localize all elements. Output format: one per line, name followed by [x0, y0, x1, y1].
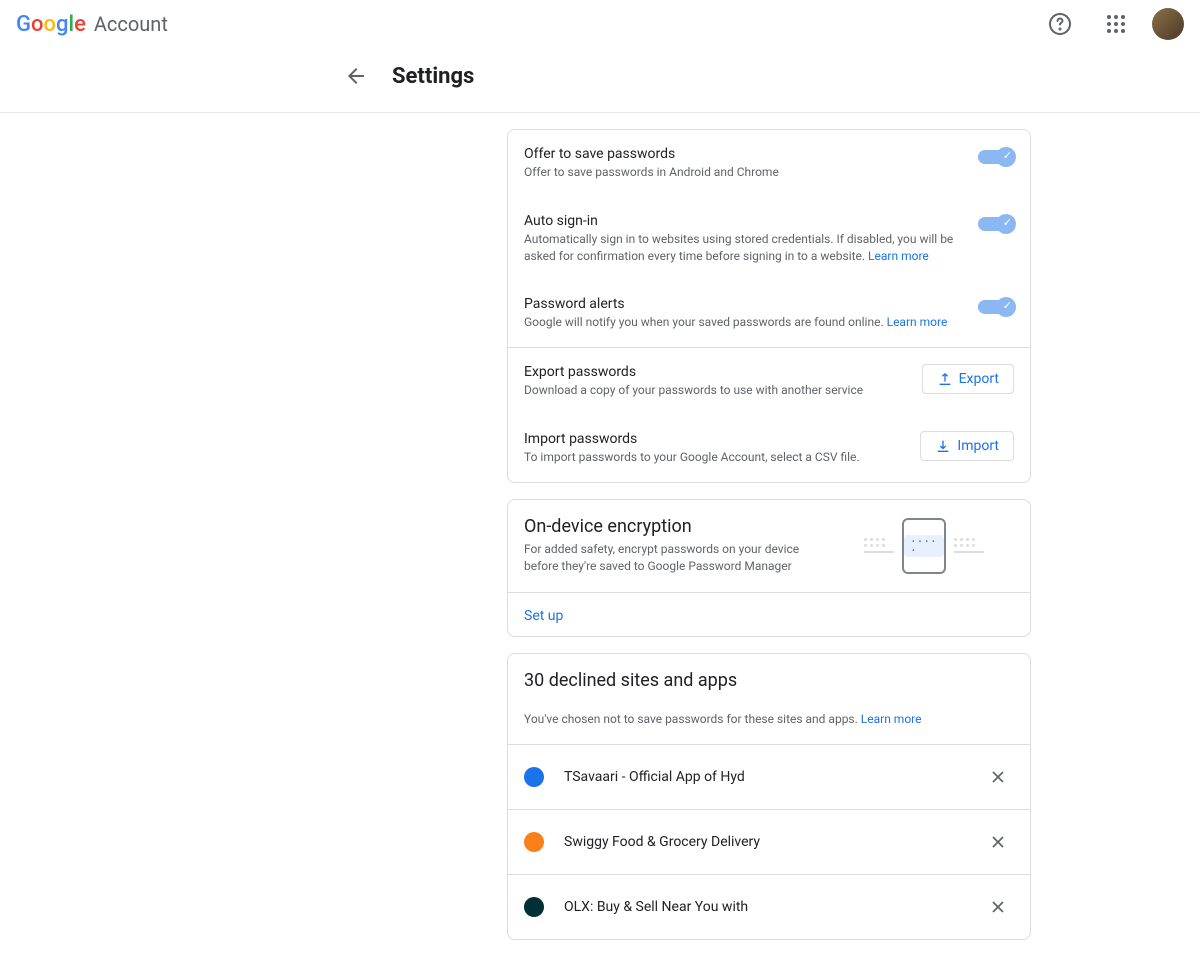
site-row: Swiggy Food & Grocery Delivery [508, 809, 1030, 874]
setup-section: Set up [508, 592, 1030, 636]
help-icon[interactable] [1040, 4, 1080, 44]
avatar[interactable] [1152, 8, 1184, 40]
header-right [1040, 4, 1184, 44]
phone-icon: • • • • • [902, 518, 946, 574]
auto-signin-desc: Automatically sign in to websites using … [524, 231, 962, 265]
offer-save-section: Offer to save passwords Offer to save pa… [508, 130, 1030, 197]
auto-signin-learn-more[interactable]: Learn more [868, 249, 929, 263]
password-alerts-toggle[interactable]: ✓ [978, 300, 1014, 314]
title-bar: Settings [0, 48, 1200, 113]
site-icon [524, 897, 544, 917]
export-section: Export passwords Download a copy of your… [508, 347, 1030, 415]
account-label: Account [94, 12, 168, 36]
auto-signin-toggle[interactable]: ✓ [978, 217, 1014, 231]
import-title: Import passwords [524, 431, 904, 447]
export-button[interactable]: Export [922, 364, 1014, 394]
declined-desc: You've chosen not to save passwords for … [524, 711, 922, 728]
encryption-title: On-device encryption [524, 516, 818, 537]
header-left: Google Account [16, 12, 168, 37]
site-icon [524, 832, 544, 852]
site-name: OLX: Buy & Sell Near You with [564, 899, 962, 915]
export-title: Export passwords [524, 364, 906, 380]
declined-learn-more[interactable]: Learn more [861, 712, 922, 726]
content: Offer to save passwords Offer to save pa… [169, 113, 1031, 940]
export-desc: Download a copy of your passwords to use… [524, 382, 906, 399]
encryption-card: On-device encryption For added safety, e… [507, 499, 1031, 637]
import-section: Import passwords To import passwords to … [508, 415, 1030, 482]
close-icon [988, 767, 1008, 787]
auto-signin-section: Auto sign-in Automatically sign in to we… [508, 197, 1030, 281]
site-name: Swiggy Food & Grocery Delivery [564, 834, 962, 850]
password-alerts-title: Password alerts [524, 296, 962, 312]
declined-title: 30 declined sites and apps [524, 670, 737, 691]
offer-save-desc: Offer to save passwords in Android and C… [524, 164, 962, 181]
offer-save-title: Offer to save passwords [524, 146, 962, 162]
import-button[interactable]: Import [920, 431, 1014, 461]
upload-icon [937, 371, 953, 387]
site-name: TSavaari - Official App of Hyd [564, 769, 962, 785]
offer-save-toggle[interactable]: ✓ [978, 150, 1014, 164]
declined-header: 30 declined sites and apps You've chosen… [508, 654, 1030, 744]
back-button[interactable] [336, 56, 376, 96]
encryption-desc: For added safety, encrypt passwords on y… [524, 541, 818, 575]
settings-card: Offer to save passwords Offer to save pa… [507, 129, 1031, 483]
encryption-illustration: • • • • • [834, 516, 1014, 576]
site-icon [524, 767, 544, 787]
password-alerts-learn-more[interactable]: Learn more [887, 315, 948, 329]
sites-list: TSavaari - Official App of Hyd Swiggy Fo… [508, 744, 1030, 939]
download-icon [935, 438, 951, 454]
remove-site-button[interactable] [982, 891, 1014, 923]
encryption-section: On-device encryption For added safety, e… [508, 500, 1030, 592]
apps-icon[interactable] [1096, 4, 1136, 44]
site-row: OLX: Buy & Sell Near You with [508, 874, 1030, 939]
auto-signin-title: Auto sign-in [524, 213, 962, 229]
declined-card: 30 declined sites and apps You've chosen… [507, 653, 1031, 940]
google-logo: Google [16, 12, 86, 37]
close-icon [988, 832, 1008, 852]
close-icon [988, 897, 1008, 917]
password-alerts-section: Password alerts Google will notify you w… [508, 280, 1030, 347]
remove-site-button[interactable] [982, 761, 1014, 793]
page-title: Settings [392, 64, 474, 89]
setup-link[interactable]: Set up [524, 608, 563, 624]
site-row: TSavaari - Official App of Hyd [508, 744, 1030, 809]
import-desc: To import passwords to your Google Accou… [524, 449, 904, 466]
password-alerts-desc: Google will notify you when your saved p… [524, 314, 962, 331]
remove-site-button[interactable] [982, 826, 1014, 858]
app-header: Google Account [0, 0, 1200, 48]
